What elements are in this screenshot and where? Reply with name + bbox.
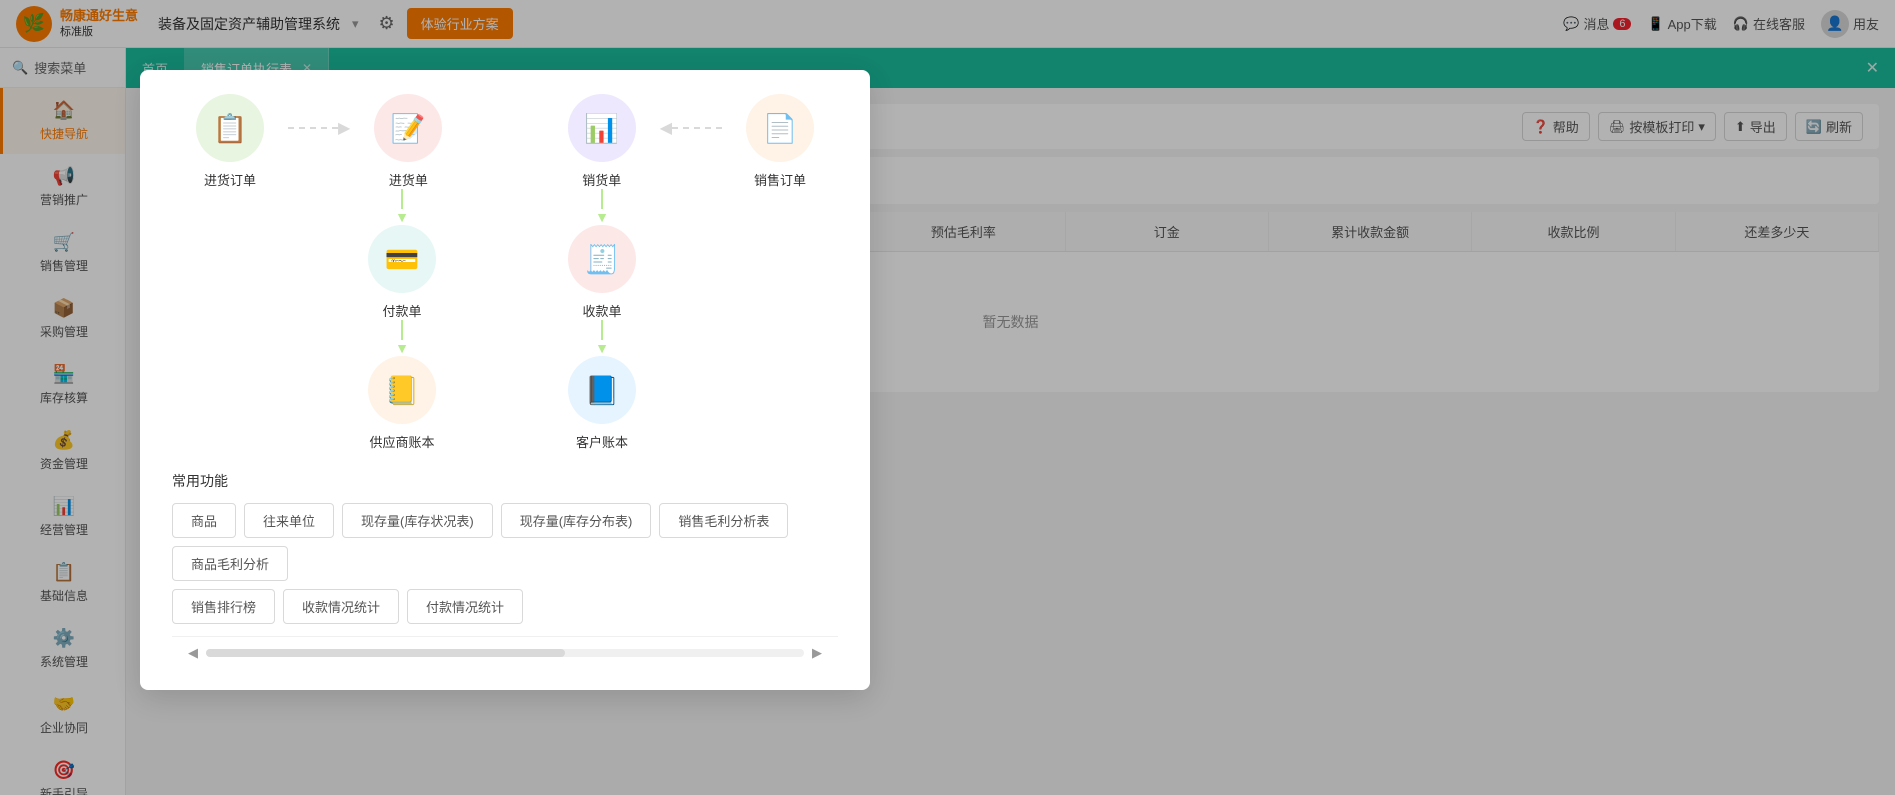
func-btn-stock-status[interactable]: 现存量(库存状况表) xyxy=(342,503,493,538)
func-btn-product-profit[interactable]: 商品毛利分析 xyxy=(172,546,288,581)
scroll-bar: ◀ ▶ xyxy=(172,636,838,669)
customer-ledger-icon: 📘 xyxy=(568,356,636,424)
flow-node-purchase-order[interactable]: 📋 进货订单 xyxy=(172,94,288,189)
func-btn-stock-dist[interactable]: 现存量(库存分布表) xyxy=(501,503,652,538)
flow-node-purchase-bill[interactable]: 📝 进货单 xyxy=(350,94,466,189)
purchase-bill-icon: 📝 xyxy=(374,94,442,162)
func-btn-sales-ranking[interactable]: 销售排行榜 xyxy=(172,589,275,624)
supplier-ledger-icon: 📒 xyxy=(368,356,436,424)
sales-bill-icon: 📊 xyxy=(568,94,636,162)
flow-node-payment-bill[interactable]: 💳 付款单 xyxy=(342,225,462,320)
scroll-track[interactable] xyxy=(206,649,804,657)
scroll-thumb[interactable] xyxy=(206,649,565,657)
flow-node-supplier-ledger[interactable]: 📒 供应商账本 xyxy=(342,356,462,451)
func-btn-receipt-stats[interactable]: 收款情况统计 xyxy=(283,589,399,624)
flow-node-sales-bill[interactable]: 📊 销货单 xyxy=(544,94,660,189)
purchase-order-icon: 📋 xyxy=(196,94,264,162)
modal-overlay[interactable]: 📋 进货订单 ▶ 📝 进货单 xyxy=(0,0,1895,795)
function-buttons-row2: 销售排行榜 收款情况统计 付款情况统计 xyxy=(172,589,838,624)
payment-bill-icon: 💳 xyxy=(368,225,436,293)
flow-node-receipt-bill[interactable]: 🧾 收款单 xyxy=(542,225,662,320)
scroll-right-arrow[interactable]: ▶ xyxy=(812,645,822,661)
flow-node-sales-order[interactable]: 📄 销售订单 xyxy=(722,94,838,189)
function-buttons-row: 商品 往来单位 现存量(库存状况表) 现存量(库存分布表) 销售毛利分析表 商品… xyxy=(172,503,838,581)
sales-order-icon: 📄 xyxy=(746,94,814,162)
func-btn-sales-profit[interactable]: 销售毛利分析表 xyxy=(659,503,788,538)
common-functions: 常用功能 商品 往来单位 现存量(库存状况表) 现存量(库存分布表) 销售毛利分… xyxy=(172,471,838,624)
quick-nav-modal: 📋 进货订单 ▶ 📝 进货单 xyxy=(140,70,870,690)
func-btn-partner[interactable]: 往来单位 xyxy=(244,503,334,538)
func-btn-payment-stats[interactable]: 付款情况统计 xyxy=(407,589,523,624)
scroll-left-arrow[interactable]: ◀ xyxy=(188,645,198,661)
receipt-bill-icon: 🧾 xyxy=(568,225,636,293)
flow-node-customer-ledger[interactable]: 📘 客户账本 xyxy=(542,356,662,451)
func-btn-product[interactable]: 商品 xyxy=(172,503,236,538)
